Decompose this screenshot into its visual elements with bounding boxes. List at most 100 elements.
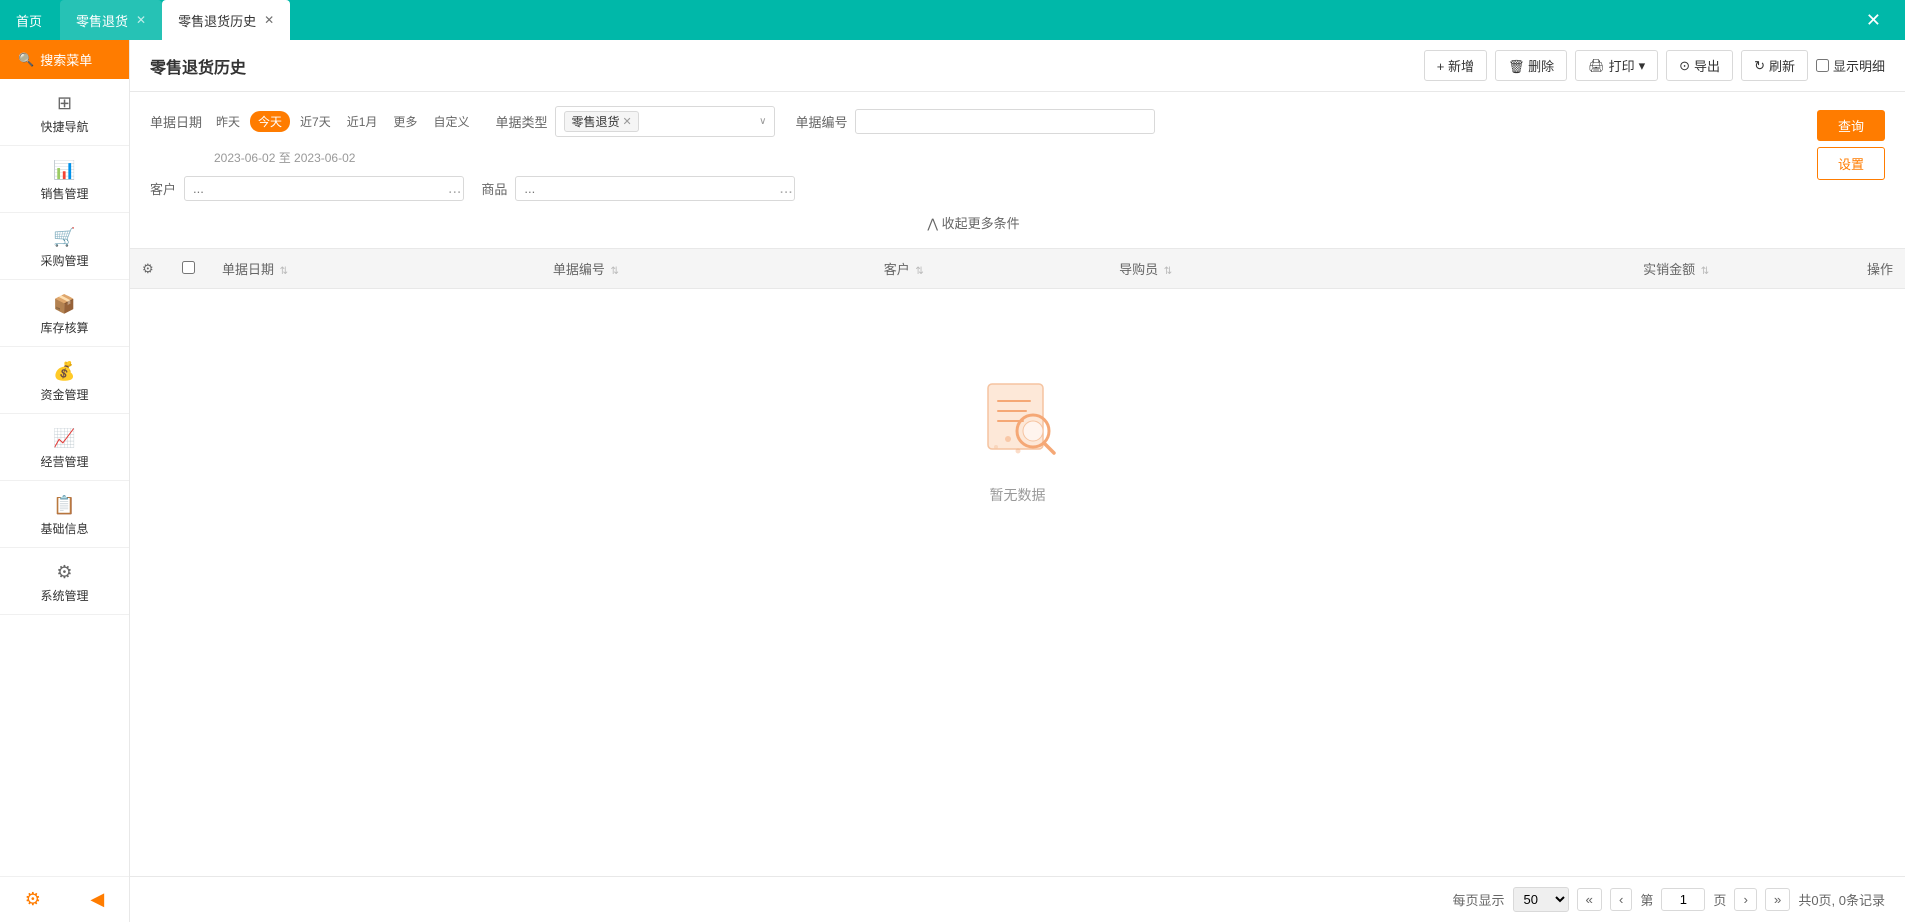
sidebar: 🔍 搜索菜单 ⊞ 快捷导航 📊 销售管理 🛒 采购管理 📦 库存核算 💰 资金管… bbox=[0, 40, 130, 922]
top-bar: 首页 零售退货 ✕ 零售退货历史 ✕ ✕ bbox=[0, 0, 1905, 40]
filter-row-1: 单据日期 昨天 今天 近7天 近1月 更多 自定义 bbox=[150, 106, 1797, 137]
doc-type-tag-close[interactable]: ✕ bbox=[622, 115, 631, 128]
print-button[interactable]: 🖨 打印 ▾ bbox=[1575, 50, 1658, 81]
shortcut-custom[interactable]: 自定义 bbox=[427, 111, 475, 132]
th-doc-date[interactable]: 单据日期 ⇅ bbox=[210, 249, 541, 289]
sidebar-item-label: 基础信息 bbox=[40, 520, 88, 537]
refresh-icon: ↻ bbox=[1754, 58, 1765, 74]
shortcut-today[interactable]: 今天 bbox=[250, 111, 290, 132]
th-settings[interactable]: ⚙ bbox=[130, 249, 170, 289]
purchase-mgmt-icon: 🛒 bbox=[53, 227, 75, 248]
page-number-input[interactable] bbox=[1661, 888, 1705, 911]
main-layout: 🔍 搜索菜单 ⊞ 快捷导航 📊 销售管理 🛒 采购管理 📦 库存核算 💰 资金管… bbox=[0, 40, 1905, 922]
doc-num-sort-icon: ⇅ bbox=[611, 266, 619, 277]
sidebar-item-operation[interactable]: 📈 经营管理 bbox=[0, 414, 129, 481]
pagination-footer: 每页显示 20 50 100 « ‹ 第 页 › » 共0页, 0条记录 bbox=[130, 876, 1905, 922]
print-label: 打印 bbox=[1609, 56, 1635, 75]
header-actions: + 新增 🗑 删除 🖨 打印 ▾ ⊙ 导出 ↻ 刷新 显示明细 bbox=[1424, 50, 1885, 81]
filter-date: 单据日期 昨天 今天 近7天 近1月 更多 自定义 bbox=[150, 111, 475, 132]
th-guide[interactable]: 导购员 ⇅ bbox=[1107, 249, 1390, 289]
sidebar-item-label: 资金管理 bbox=[40, 386, 88, 403]
sidebar-item-label: 系统管理 bbox=[40, 587, 88, 604]
show-detail-checkbox[interactable] bbox=[1816, 59, 1829, 72]
sidebar-item-inventory[interactable]: 📦 库存核算 bbox=[0, 280, 129, 347]
amount-sort-icon: ⇅ bbox=[1701, 266, 1709, 277]
sidebar-item-purchase-mgmt[interactable]: 🛒 采购管理 bbox=[0, 213, 129, 280]
filter-row-2: 客户 ... 商品 ... bbox=[150, 176, 1797, 201]
search-menu-button[interactable]: 🔍 搜索菜单 bbox=[0, 40, 129, 79]
date-range-display: 2023-06-02 至 2023-06-02 bbox=[214, 151, 355, 165]
sidebar-item-label: 销售管理 bbox=[40, 185, 88, 202]
tab-bar: 首页 零售退货 ✕ 零售退货历史 ✕ bbox=[0, 0, 1858, 40]
filter-doc-type: 单据类型 零售退货 ✕ ∨ bbox=[495, 106, 775, 137]
sidebar-item-system[interactable]: ⚙ 系统管理 bbox=[0, 548, 129, 615]
show-detail-label: 显示明细 bbox=[1833, 56, 1885, 75]
sidebar-item-label: 快捷导航 bbox=[40, 118, 88, 135]
th-checkbox[interactable] bbox=[170, 249, 210, 289]
print-icon: 🖨 bbox=[1588, 58, 1605, 74]
delete-button[interactable]: 🗑 删除 bbox=[1495, 50, 1567, 81]
last-page-button[interactable]: » bbox=[1765, 888, 1790, 911]
customer-sort-icon: ⇅ bbox=[915, 266, 923, 277]
filter-doc-num: 单据编号 bbox=[795, 109, 1155, 134]
tab-retail-return-history-close[interactable]: ✕ bbox=[264, 13, 274, 27]
query-button[interactable]: 查询 bbox=[1817, 110, 1885, 141]
collapse-sidebar-icon[interactable]: ◀ bbox=[90, 889, 104, 910]
shortcut-more[interactable]: 更多 bbox=[387, 111, 423, 132]
th-ops-label: 操作 bbox=[1867, 262, 1893, 277]
add-button[interactable]: + 新增 bbox=[1424, 50, 1487, 81]
tab-retail-return-history[interactable]: 零售退货历史 ✕ bbox=[162, 0, 290, 40]
settings-icon[interactable]: ⚙ bbox=[142, 261, 154, 276]
th-guide-label: 导购员 bbox=[1119, 262, 1158, 277]
guide-sort-icon: ⇅ bbox=[1164, 266, 1172, 277]
page-size-select[interactable]: 20 50 100 bbox=[1513, 887, 1569, 912]
filter-goods: 商品 ... bbox=[481, 176, 792, 201]
window-close-button[interactable]: ✕ bbox=[1858, 10, 1889, 31]
settings-bottom-icon[interactable]: ⚙ bbox=[25, 889, 41, 910]
set-button[interactable]: 设置 bbox=[1817, 147, 1885, 180]
sidebar-item-sales-mgmt[interactable]: 📊 销售管理 bbox=[0, 146, 129, 213]
table-body: 暂无数据 bbox=[130, 289, 1905, 586]
collapse-filter-button[interactable]: ⋀ 收起更多条件 bbox=[927, 213, 1019, 232]
sidebar-bottom: ⚙ ◀ bbox=[0, 876, 129, 922]
sidebar-item-finance[interactable]: 💰 资金管理 bbox=[0, 347, 129, 414]
next-page-button[interactable]: › bbox=[1734, 888, 1756, 911]
th-doc-num-label: 单据编号 bbox=[553, 262, 605, 277]
shortcut-last1m[interactable]: 近1月 bbox=[341, 111, 384, 132]
filter-customer: 客户 ... bbox=[150, 176, 461, 201]
show-detail-checkbox-label[interactable]: 显示明细 bbox=[1816, 56, 1885, 75]
th-ops: 操作 bbox=[1721, 249, 1905, 289]
tab-home[interactable]: 首页 bbox=[0, 0, 58, 40]
tab-retail-return[interactable]: 零售退货 ✕ bbox=[60, 0, 162, 40]
shortcut-yesterday[interactable]: 昨天 bbox=[210, 111, 246, 132]
shortcut-last7[interactable]: 近7天 bbox=[294, 111, 337, 132]
content-area: 零售退货历史 + 新增 🗑 删除 🖨 打印 ▾ ⊙ 导出 ↻ 刷新 bbox=[130, 40, 1905, 922]
prev-page-button[interactable]: ‹ bbox=[1610, 888, 1632, 911]
sidebar-item-quick-nav[interactable]: ⊞ 快捷导航 bbox=[0, 79, 129, 146]
page-title: 零售退货历史 bbox=[150, 54, 246, 78]
th-doc-date-label: 单据日期 bbox=[222, 262, 274, 277]
customer-input[interactable] bbox=[184, 176, 464, 201]
data-table: ⚙ 单据日期 ⇅ 单据编号 ⇅ bbox=[130, 248, 1905, 585]
empty-icon bbox=[968, 369, 1068, 469]
th-amount[interactable]: 实销金额 ⇅ bbox=[1390, 249, 1721, 289]
sidebar-item-base-info[interactable]: 📋 基础信息 bbox=[0, 481, 129, 548]
tab-retail-return-label: 零售退货 bbox=[76, 11, 128, 30]
page-header: 零售退货历史 + 新增 🗑 删除 🖨 打印 ▾ ⊙ 导出 ↻ 刷新 bbox=[130, 40, 1905, 92]
base-info-icon: 📋 bbox=[53, 495, 75, 516]
page-size-label: 每页显示 bbox=[1453, 890, 1505, 909]
goods-input[interactable] bbox=[515, 176, 795, 201]
refresh-button[interactable]: ↻ 刷新 bbox=[1741, 50, 1808, 81]
th-customer[interactable]: 客户 ⇅ bbox=[872, 249, 1107, 289]
first-page-button[interactable]: « bbox=[1577, 888, 1602, 911]
doc-type-select[interactable]: 零售退货 ✕ ∨ bbox=[555, 106, 775, 137]
export-button[interactable]: ⊙ 导出 bbox=[1666, 50, 1733, 81]
tab-retail-return-close[interactable]: ✕ bbox=[136, 13, 146, 27]
filter-section: 单据日期 昨天 今天 近7天 近1月 更多 自定义 bbox=[130, 92, 1905, 248]
sidebar-item-label: 库存核算 bbox=[40, 319, 88, 336]
th-doc-num[interactable]: 单据编号 ⇅ bbox=[541, 249, 872, 289]
select-all-checkbox[interactable] bbox=[182, 261, 195, 274]
doc-num-input[interactable] bbox=[855, 109, 1155, 134]
doc-type-label: 单据类型 bbox=[495, 112, 547, 131]
search-menu-label: 搜索菜单 bbox=[40, 50, 92, 69]
